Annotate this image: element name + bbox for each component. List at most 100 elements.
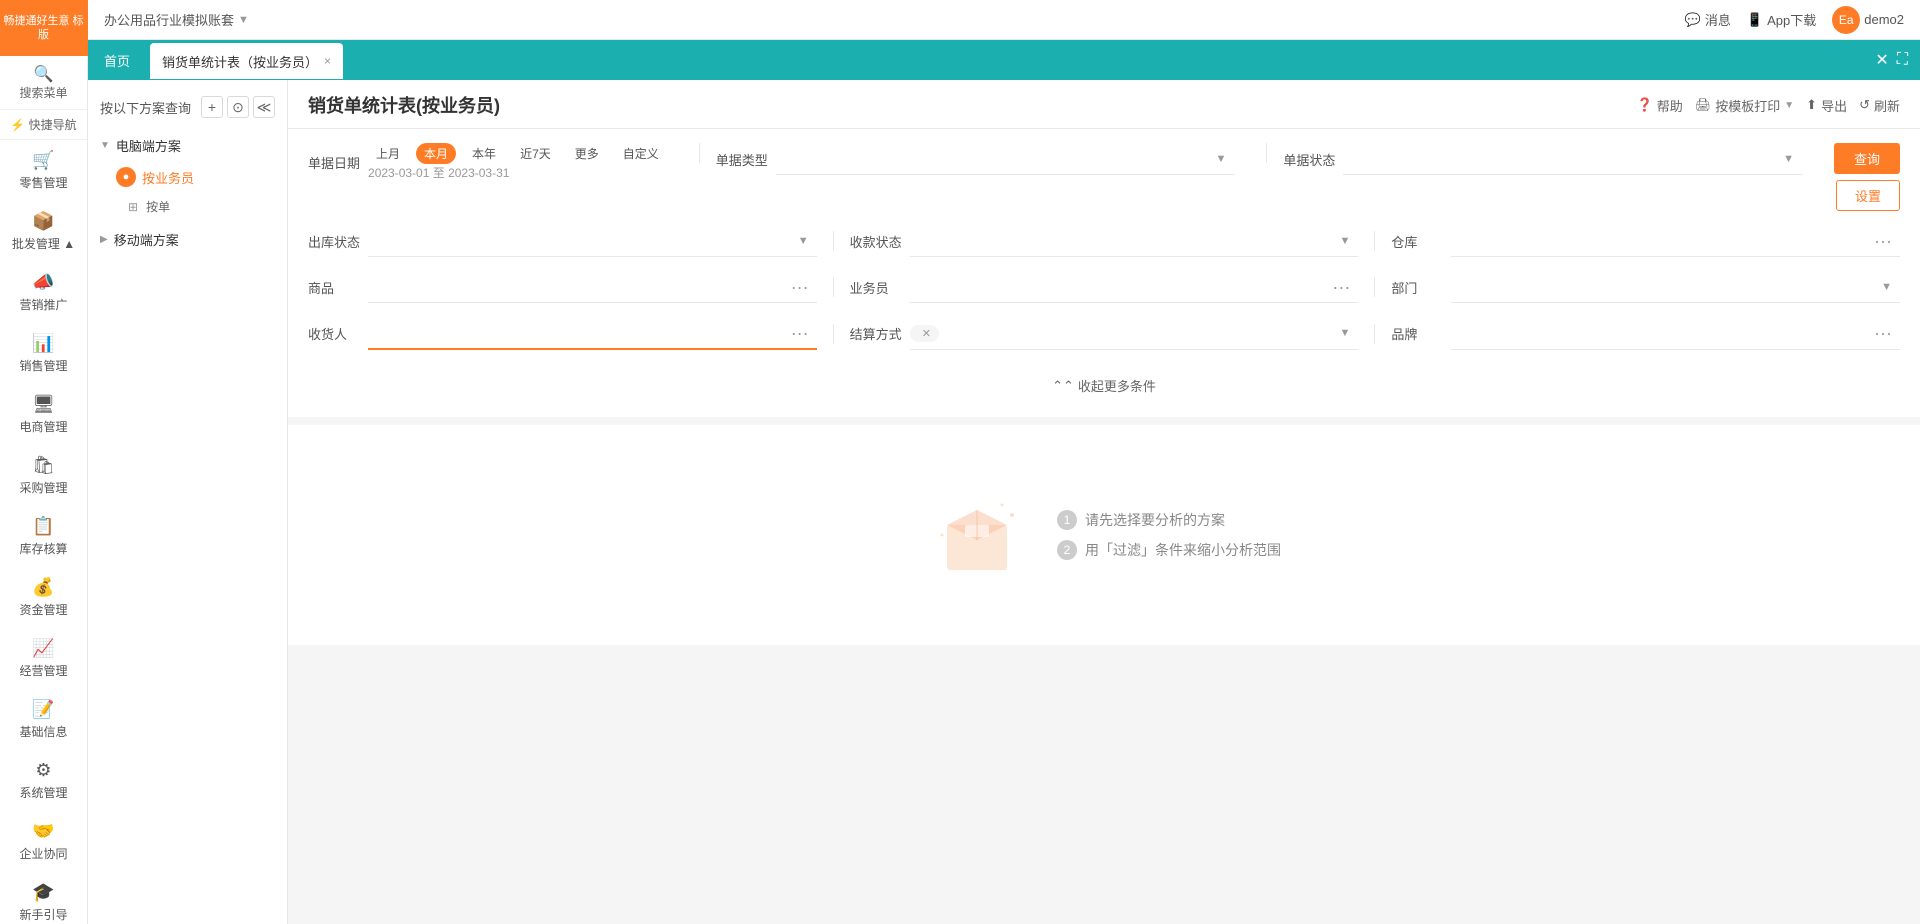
enterprise-icon: 🤝 (32, 821, 54, 842)
sidebar-shortcut[interactable]: ⚡ 快捷导航 (0, 110, 87, 140)
goods-input[interactable] (368, 271, 817, 303)
print-btn[interactable]: 🖨 按模板打印 ▼ (1695, 96, 1794, 115)
consignee-select-wrapper: ··· (368, 318, 817, 350)
mobile-scheme-group-header[interactable]: ▶ 移动端方案 (88, 224, 287, 255)
sidebar-item-sales-label: 销售管理 (19, 357, 67, 374)
collapse-panel-btn[interactable]: ≪ (253, 96, 275, 118)
settle-method-input[interactable] (939, 317, 1358, 349)
desktop-scheme-group-header[interactable]: ▼ 电脑端方案 (88, 130, 287, 161)
desktop-scheme-group: ▼ 电脑端方案 ● 按业务员 ⊞ 按单 (88, 130, 287, 220)
empty-hint-2-text: 用「过滤」条件来缩小分析范围 (1085, 540, 1281, 560)
doc-type-input[interactable] (776, 143, 1235, 175)
industry-label: 办公用品行业模拟账套 (104, 10, 234, 29)
settings-button[interactable]: 设置 (1836, 180, 1900, 211)
help-btn[interactable]: ❓ 帮助 (1637, 96, 1683, 115)
date-more-btn[interactable]: 更多 (567, 143, 607, 164)
out-status-input[interactable] (368, 225, 817, 257)
add-scheme-btn[interactable]: + (201, 96, 223, 118)
empty-hint-1: 1 请先选择要分析的方案 (1057, 510, 1281, 530)
brand-input[interactable] (1451, 318, 1900, 350)
dept-label: 部门 (1391, 278, 1443, 297)
app-download-btn[interactable]: 📱 App下载 (1747, 10, 1816, 29)
tab-current-label: 销货单统计表（按业务员） (162, 52, 318, 71)
purchase-icon: 🛍 (32, 455, 55, 476)
tab-home-label: 首页 (104, 51, 130, 70)
industry-selector[interactable]: 办公用品行业模拟账套 ▼ (104, 10, 249, 29)
messages-btn[interactable]: 💬 消息 (1685, 10, 1731, 29)
filter-section: 单据日期 上月 本月 本年 近7天 更多 自定义 2023-03-01 至 20… (288, 129, 1920, 417)
sidebar-item-sales[interactable]: 📊 销售管理 (0, 323, 87, 384)
date-prev-month-btn[interactable]: 上月 (368, 143, 408, 164)
main-area: 办公用品行业模拟账套 ▼ 💬 消息 📱 App下载 Ea demo2 首页 (88, 0, 1920, 924)
tab-minimize-btn[interactable]: ✕ (1875, 50, 1888, 70)
sidebar-item-retail[interactable]: 🛒 零售管理 (0, 140, 87, 201)
avatar: Ea (1832, 6, 1860, 34)
export-icon: ⬆ (1806, 97, 1817, 113)
sidebar-search[interactable]: 🔍 按以下方案查询 搜索菜单 (0, 56, 87, 110)
brand-dots-icon[interactable]: ··· (1874, 323, 1892, 344)
left-panel-header: 按以下方案查询 + ⊙ ≪ (88, 88, 287, 126)
scheme-by-salesperson-label: 按业务员 (142, 168, 194, 187)
warehouse-input[interactable] (1451, 225, 1900, 257)
operation-icon: 📈 (32, 638, 54, 659)
settle-method-wrapper: ✕ ▼ (910, 317, 1359, 350)
sidebar-item-wholesale[interactable]: 📦 批发管理 ▲ (0, 201, 87, 262)
mobile-scheme-arrow-icon: ▶ (100, 234, 108, 245)
wholesale-icon: 📦 (32, 211, 54, 232)
doc-status-input[interactable] (1343, 143, 1802, 175)
consignee-input[interactable] (368, 318, 817, 350)
sidebar-item-finance[interactable]: 💰 资金管理 (0, 567, 87, 628)
salesperson-label: 业务员 (850, 278, 902, 297)
dept-input[interactable] (1451, 271, 1900, 303)
system-icon: ⚙ (35, 760, 51, 781)
warehouse-select-wrapper: ··· (1451, 225, 1900, 257)
sidebar-item-system[interactable]: ⚙ 系统管理 (0, 750, 87, 811)
sidebar-item-purchase[interactable]: 🛍 采购管理 (0, 445, 87, 506)
date-custom-btn[interactable]: 自定义 (615, 143, 667, 164)
warehouse-label: 仓库 (1391, 232, 1443, 251)
sidebar-item-inventory[interactable]: 📋 库存核算 (0, 506, 87, 567)
settle-method-item: 结算方式 ✕ ▼ (850, 317, 1359, 350)
guide-icon: 🎓 (32, 882, 54, 903)
sidebar-item-operation[interactable]: 📈 经营管理 (0, 628, 87, 689)
export-btn[interactable]: ⬆ 导出 (1806, 96, 1847, 115)
salesperson-input[interactable] (910, 271, 1359, 303)
goods-dots-icon[interactable]: ··· (791, 277, 809, 298)
empty-text: 1 请先选择要分析的方案 2 用「过滤」条件来缩小分析范围 (1057, 510, 1281, 560)
sidebar-item-operation-label: 经营管理 (19, 662, 67, 679)
consignee-dots-icon[interactable]: ··· (791, 323, 809, 344)
scheme-by-order[interactable]: ⊞ 按单 (88, 193, 287, 220)
sales-icon: 📊 (32, 333, 54, 354)
warehouse-dots-icon[interactable]: ··· (1874, 231, 1892, 252)
scheme-by-salesperson[interactable]: ● 按业务员 (88, 161, 287, 193)
tab-home[interactable]: 首页 (88, 40, 146, 80)
user-label: demo2 (1864, 12, 1904, 27)
tab-maximize-btn[interactable]: ⛶ (1897, 51, 1908, 69)
collapse-btn[interactable]: ⌃⌃ 收起更多条件 (1040, 372, 1168, 399)
divider3 (833, 231, 834, 251)
settle-tag-close-btn[interactable]: ✕ (922, 327, 931, 340)
doc-type-select-wrapper: ▼ (776, 143, 1235, 175)
sidebar-item-basic[interactable]: 📝 基础信息 (0, 689, 87, 750)
collect-status-input[interactable] (910, 225, 1359, 257)
edit-scheme-btn[interactable]: ⊙ (227, 96, 249, 118)
sidebar-item-inventory-label: 库存核算 (19, 540, 67, 557)
date-7days-btn[interactable]: 近7天 (512, 143, 559, 164)
sidebar-item-marketing[interactable]: 📣 营销推广 (0, 262, 87, 323)
user-avatar-btn[interactable]: Ea demo2 (1832, 6, 1904, 34)
sidebar-item-guide[interactable]: 🎓 新手引导 (0, 872, 87, 924)
date-current-year-btn[interactable]: 本年 (464, 143, 504, 164)
salesperson-dots-icon[interactable]: ··· (1332, 277, 1350, 298)
sidebar-item-ecommerce[interactable]: 🖥 电商管理 (0, 384, 87, 445)
sidebar-item-enterprise[interactable]: 🤝 企业协同 (0, 811, 87, 872)
scheme-by-order-label: 按单 (146, 198, 170, 215)
tab-current[interactable]: 销货单统计表（按业务员） × (150, 43, 343, 79)
salesperson-item: 业务员 ··· (850, 271, 1359, 303)
page-actions: ❓ 帮助 🖨 按模板打印 ▼ ⬆ 导出 ↺ 刷新 (1637, 96, 1900, 115)
collect-status-select-wrapper: ▼ (910, 225, 1359, 257)
refresh-btn[interactable]: ↺ 刷新 (1859, 96, 1900, 115)
date-current-month-btn[interactable]: 本月 (416, 143, 456, 164)
tab-close-btn[interactable]: × (324, 54, 331, 68)
print-label: 按模板打印 (1715, 96, 1780, 115)
query-button[interactable]: 查询 (1834, 143, 1900, 174)
